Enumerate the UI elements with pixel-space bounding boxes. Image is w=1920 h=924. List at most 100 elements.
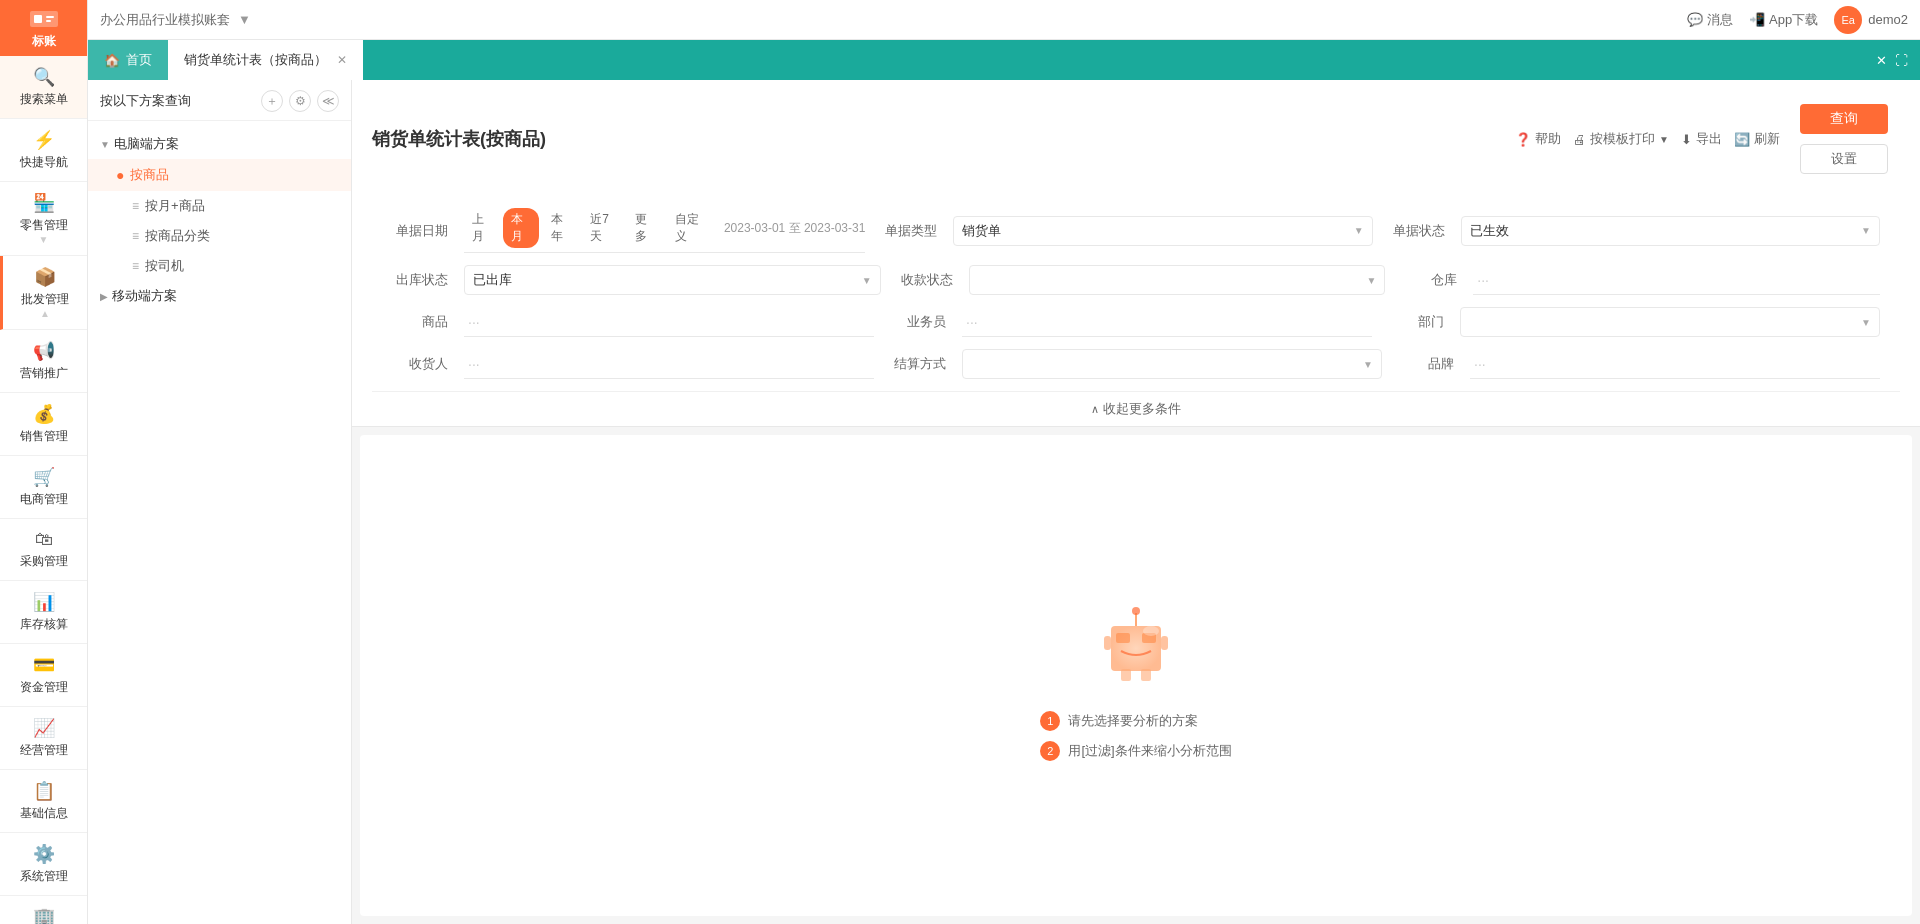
tab-report[interactable]: 销货单统计表（按商品） ✕ [168,40,363,80]
date-tab-this-year[interactable]: 本年 [543,208,578,248]
subitem-icon-2: ≡ [132,229,139,243]
collect-status-select[interactable]: ▼ [969,265,1386,295]
topbar-dropdown-icon[interactable]: ▼ [238,12,251,27]
filter-area: 单据日期 上月 本月 本年 近7天 更多 自定义 2023-03-01 至 20… [372,196,1900,391]
department-label: 部门 [1388,313,1444,331]
product-input[interactable]: ··· [464,307,874,337]
sidebar-item-quick-nav[interactable]: ⚡ 快捷导航 [0,119,88,182]
warehouse-more-icon[interactable]: ··· [1477,272,1489,288]
brand-more-icon[interactable]: ··· [1474,356,1486,372]
collapse-more-button[interactable]: ∧ 收起更多条件 [372,391,1900,426]
empty-step-2: 2 用[过滤]条件来缩小分析范围 [1040,741,1231,761]
date-tab-more[interactable]: 更多 [627,208,662,248]
salesperson-more-icon[interactable]: ··· [966,314,978,330]
left-panel-title: 按以下方案查询 [100,92,191,110]
date-tab-last-month[interactable]: 上月 [464,208,499,248]
operation-icon: 📈 [33,717,55,739]
date-tab-last-7-days[interactable]: 近7天 [582,208,623,248]
message-icon: 💬 [1687,12,1703,27]
print-dropdown-icon: ▼ [1659,134,1669,145]
sidebar-item-inventory[interactable]: 📊 库存核算 [0,581,88,644]
department-select[interactable]: ▼ [1460,307,1880,337]
page-header: 销货单统计表(按商品) ❓ 帮助 🖨 按模板打印 ▼ ⬇ [352,80,1920,427]
sidebar-item-basic[interactable]: 📋 基础信息 [0,770,88,833]
receiver-more-icon[interactable]: ··· [468,356,480,372]
dropdown-icon-3: ▼ [862,275,872,286]
sidebar-item-operation[interactable]: 📈 经营管理 [0,707,88,770]
left-panel: 按以下方案查询 ＋ ⚙ ≪ ▼ [88,80,352,924]
payment-select[interactable]: ▼ [962,349,1382,379]
sales-icon: 💰 [33,403,55,425]
step-2-number: 2 [1040,741,1060,761]
page-title-row: 销货单统计表(按商品) ❓ 帮助 🖨 按模板打印 ▼ ⬇ [372,92,1900,186]
tree-subitem-by-month-product[interactable]: ≡ 按月+商品 [88,191,351,221]
finance-icon: 💳 [33,654,55,676]
collapse-up-icon: ∧ [1091,403,1099,416]
scheme-tree: ▼ 电脑端方案 ● 按商品 ≡ 按月+商品 ≡ 按商品分类 [88,121,351,319]
svg-rect-2 [46,16,54,18]
refresh-button[interactable]: 🔄 刷新 [1734,130,1780,148]
sidebar-item-wholesale[interactable]: 📦 批发管理 ▲ [0,256,88,330]
query-button[interactable]: 查询 [1800,104,1888,134]
left-panel-actions: ＋ ⚙ ≪ [261,90,339,112]
svg-point-13 [1143,626,1159,636]
app-download-button[interactable]: 📲 App下载 [1749,11,1818,29]
topbar-right: 💬 消息 📲 App下载 Ea demo2 [1687,6,1908,34]
tree-group-pc-header[interactable]: ▼ 电脑端方案 [88,129,351,159]
add-scheme-button[interactable]: ＋ [261,90,283,112]
print-icon: 🖨 [1573,132,1586,147]
sidebar-item-search-menu[interactable]: 🔍 搜索菜单 [0,56,88,119]
brand-label: 品牌 [1398,355,1454,373]
warehouse-input[interactable]: ··· [1473,265,1880,295]
avatar: Ea [1834,6,1862,34]
product-more-icon[interactable]: ··· [468,314,480,330]
user-profile-button[interactable]: Ea demo2 [1834,6,1908,34]
collect-status-label: 收款状态 [897,271,953,289]
doc-type-select[interactable]: 销货单 ▼ [953,216,1372,246]
doc-type-label: 单据类型 [881,222,937,240]
salesperson-input[interactable]: ··· [962,307,1372,337]
filter-row-3: 商品 ··· 业务员 ··· 部门 ▼ [392,307,1880,337]
tree-item-by-product[interactable]: ● 按商品 [88,159,351,191]
tab-home[interactable]: 🏠 首页 [88,40,168,80]
ecommerce-icon: 🛒 [33,466,55,488]
export-button[interactable]: ⬇ 导出 [1681,130,1722,148]
doc-status-select[interactable]: 已生效 ▼ [1461,216,1880,246]
subitem-icon-3: ≡ [132,259,139,273]
settings-scheme-button[interactable]: ⚙ [289,90,311,112]
collapse-panel-button[interactable]: ≪ [317,90,339,112]
sidebar-item-system[interactable]: ⚙️ 系统管理 [0,833,88,896]
retail-icon: 🏪 [33,192,55,214]
settings-button[interactable]: 设置 [1800,144,1888,174]
app-download-icon: 📲 [1749,12,1765,27]
sidebar-item-sales[interactable]: 💰 销售管理 [0,393,88,456]
date-tab-this-month[interactable]: 本月 [503,208,538,248]
sidebar-item-enterprise[interactable]: 🏢 企业协同 [0,896,88,924]
sidebar-item-finance[interactable]: 💳 资金管理 [0,644,88,707]
sidebar-item-purchase[interactable]: 🛍 采购管理 [0,519,88,581]
active-scheme-icon: ● [116,167,124,183]
receiver-input[interactable]: ··· [464,349,874,379]
tab-close-window-icon[interactable]: ✕ [1876,53,1887,68]
print-button[interactable]: 🖨 按模板打印 ▼ [1573,130,1669,148]
tree-group-mobile-header[interactable]: ▶ 移动端方案 [88,281,351,311]
system-icon: ⚙️ [33,843,55,865]
filter-row-1: 单据日期 上月 本月 本年 近7天 更多 自定义 2023-03-01 至 20… [392,208,1880,253]
tree-subitem-by-category[interactable]: ≡ 按商品分类 [88,221,351,251]
help-button[interactable]: ❓ 帮助 [1515,130,1561,148]
sidebar-item-retail[interactable]: 🏪 零售管理 ▼ [0,182,88,256]
sidebar-item-ecommerce[interactable]: 🛒 电商管理 [0,456,88,519]
out-status-label: 出库状态 [392,271,448,289]
tree-subitem-by-register[interactable]: ≡ 按司机 [88,251,351,281]
quick-nav-icon: ⚡ [33,129,55,151]
right-panel: 销货单统计表(按商品) ❓ 帮助 🖨 按模板打印 ▼ ⬇ [352,80,1920,924]
date-tab-custom[interactable]: 自定义 [667,208,712,248]
date-range-display: 2023-03-01 至 2023-03-31 [724,220,865,237]
brand-input[interactable]: ··· [1470,349,1880,379]
message-button[interactable]: 💬 消息 [1687,11,1733,29]
sidebar-item-marketing[interactable]: 📢 营销推广 [0,330,88,393]
tab-maximize-icon[interactable]: ⛶ [1895,53,1908,68]
tab-close-button[interactable]: ✕ [337,53,347,67]
out-status-select[interactable]: 已出库 ▼ [464,265,881,295]
refresh-icon: 🔄 [1734,132,1750,147]
